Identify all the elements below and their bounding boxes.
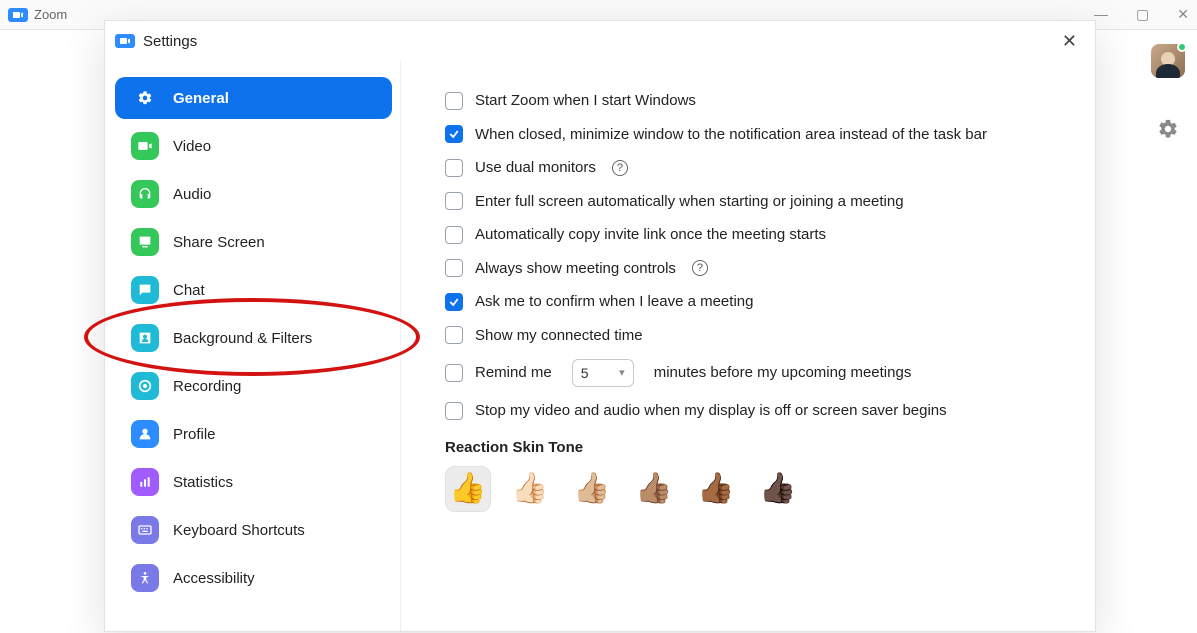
keyboard-icon bbox=[131, 516, 159, 544]
settings-close-button[interactable]: ✕ bbox=[1054, 27, 1085, 56]
checkbox-confirm-leave[interactable] bbox=[445, 293, 463, 311]
gear-icon bbox=[131, 84, 159, 112]
sidebar-item-label: Recording bbox=[173, 378, 241, 395]
sidebar-item-label: Profile bbox=[173, 426, 216, 443]
option-label-suffix: minutes before my upcoming meetings bbox=[654, 363, 912, 383]
sidebar-item-label: General bbox=[173, 90, 229, 107]
option-label: Show my connected time bbox=[475, 326, 643, 346]
sidebar-item-label: Share Screen bbox=[173, 234, 265, 251]
window-close-button[interactable]: ✕ bbox=[1177, 6, 1189, 23]
settings-gear-icon[interactable] bbox=[1157, 118, 1179, 145]
sidebar-item-label: Accessibility bbox=[173, 570, 255, 587]
option-label: When closed, minimize window to the noti… bbox=[475, 125, 987, 145]
reaction-skin-tone-row: 👍 👍🏻 👍🏼 👍🏽 👍🏾 👍🏿 bbox=[445, 466, 1061, 512]
zoom-logo-icon bbox=[115, 34, 135, 48]
window-minimize-button[interactable]: — bbox=[1094, 6, 1108, 23]
sidebar-item-chat[interactable]: Chat bbox=[115, 269, 392, 311]
sidebar-item-label: Keyboard Shortcuts bbox=[173, 522, 305, 539]
sidebar-item-recording[interactable]: Recording bbox=[115, 365, 392, 407]
settings-content: Start Zoom when I start Windows When clo… bbox=[401, 61, 1095, 631]
skin-tone-option-medium[interactable]: 👍🏽 bbox=[631, 466, 677, 512]
accessibility-icon bbox=[131, 564, 159, 592]
reaction-skin-tone-heading: Reaction Skin Tone bbox=[445, 439, 1061, 456]
option-label: Remind me bbox=[475, 363, 552, 383]
skin-tone-option-light[interactable]: 👍🏻 bbox=[507, 466, 553, 512]
profile-avatar[interactable] bbox=[1151, 44, 1185, 78]
zoom-logo-icon bbox=[8, 8, 28, 22]
app-title: Zoom bbox=[34, 7, 67, 22]
help-icon[interactable]: ? bbox=[612, 160, 628, 176]
recording-icon bbox=[131, 372, 159, 400]
checkbox-connected-time[interactable] bbox=[445, 326, 463, 344]
settings-title: Settings bbox=[143, 33, 197, 50]
checkbox-full-screen[interactable] bbox=[445, 192, 463, 210]
sidebar-item-label: Audio bbox=[173, 186, 211, 203]
option-label: Always show meeting controls bbox=[475, 259, 676, 279]
chat-icon bbox=[131, 276, 159, 304]
option-label: Automatically copy invite link once the … bbox=[475, 225, 826, 245]
remind-minutes-value: 5 bbox=[581, 364, 589, 382]
sidebar-item-video[interactable]: Video bbox=[115, 125, 392, 167]
sidebar-item-accessibility[interactable]: Accessibility bbox=[115, 557, 392, 599]
checkbox-auto-copy-link[interactable] bbox=[445, 226, 463, 244]
background-filters-icon bbox=[131, 324, 159, 352]
option-label: Ask me to confirm when I leave a meeting bbox=[475, 292, 753, 312]
help-icon[interactable]: ? bbox=[692, 260, 708, 276]
checkbox-always-controls[interactable] bbox=[445, 259, 463, 277]
skin-tone-option-medium-dark[interactable]: 👍🏾 bbox=[693, 466, 739, 512]
sidebar-item-label: Statistics bbox=[173, 474, 233, 491]
headphones-icon bbox=[131, 180, 159, 208]
sidebar-item-statistics[interactable]: Statistics bbox=[115, 461, 392, 503]
checkbox-dual-monitors[interactable] bbox=[445, 159, 463, 177]
settings-header: Settings ✕ bbox=[105, 21, 1095, 61]
remind-minutes-select[interactable]: 5 ▾ bbox=[572, 359, 634, 387]
settings-window: Settings ✕ General Video Audio bbox=[104, 20, 1096, 632]
checkbox-remind-me[interactable] bbox=[445, 364, 463, 382]
sidebar-item-share-screen[interactable]: Share Screen bbox=[115, 221, 392, 263]
checkbox-minimize-tray[interactable] bbox=[445, 125, 463, 143]
option-label: Stop my video and audio when my display … bbox=[475, 401, 947, 421]
skin-tone-option-dark[interactable]: 👍🏿 bbox=[755, 466, 801, 512]
sidebar-item-profile[interactable]: Profile bbox=[115, 413, 392, 455]
profile-icon bbox=[131, 420, 159, 448]
skin-tone-option-default[interactable]: 👍 bbox=[445, 466, 491, 512]
checkbox-start-on-windows[interactable] bbox=[445, 92, 463, 110]
video-icon bbox=[131, 132, 159, 160]
sidebar-item-keyboard-shortcuts[interactable]: Keyboard Shortcuts bbox=[115, 509, 392, 551]
option-label: Start Zoom when I start Windows bbox=[475, 91, 696, 111]
option-label: Enter full screen automatically when sta… bbox=[475, 192, 904, 212]
sidebar-item-background-filters[interactable]: Background & Filters bbox=[115, 317, 392, 359]
chevron-down-icon: ▾ bbox=[619, 366, 625, 380]
sidebar-item-general[interactable]: General bbox=[115, 77, 392, 119]
settings-sidebar: General Video Audio Share Screen bbox=[105, 61, 401, 631]
window-maximize-button[interactable]: ▢ bbox=[1136, 6, 1149, 23]
checkbox-stop-video-on-screensaver[interactable] bbox=[445, 402, 463, 420]
presence-online-dot bbox=[1177, 42, 1187, 52]
sidebar-item-audio[interactable]: Audio bbox=[115, 173, 392, 215]
sidebar-item-label: Video bbox=[173, 138, 211, 155]
skin-tone-option-medium-light[interactable]: 👍🏼 bbox=[569, 466, 615, 512]
sidebar-item-label: Chat bbox=[173, 282, 205, 299]
share-screen-icon bbox=[131, 228, 159, 256]
option-label: Use dual monitors bbox=[475, 158, 596, 178]
statistics-icon bbox=[131, 468, 159, 496]
sidebar-item-label: Background & Filters bbox=[173, 330, 312, 347]
